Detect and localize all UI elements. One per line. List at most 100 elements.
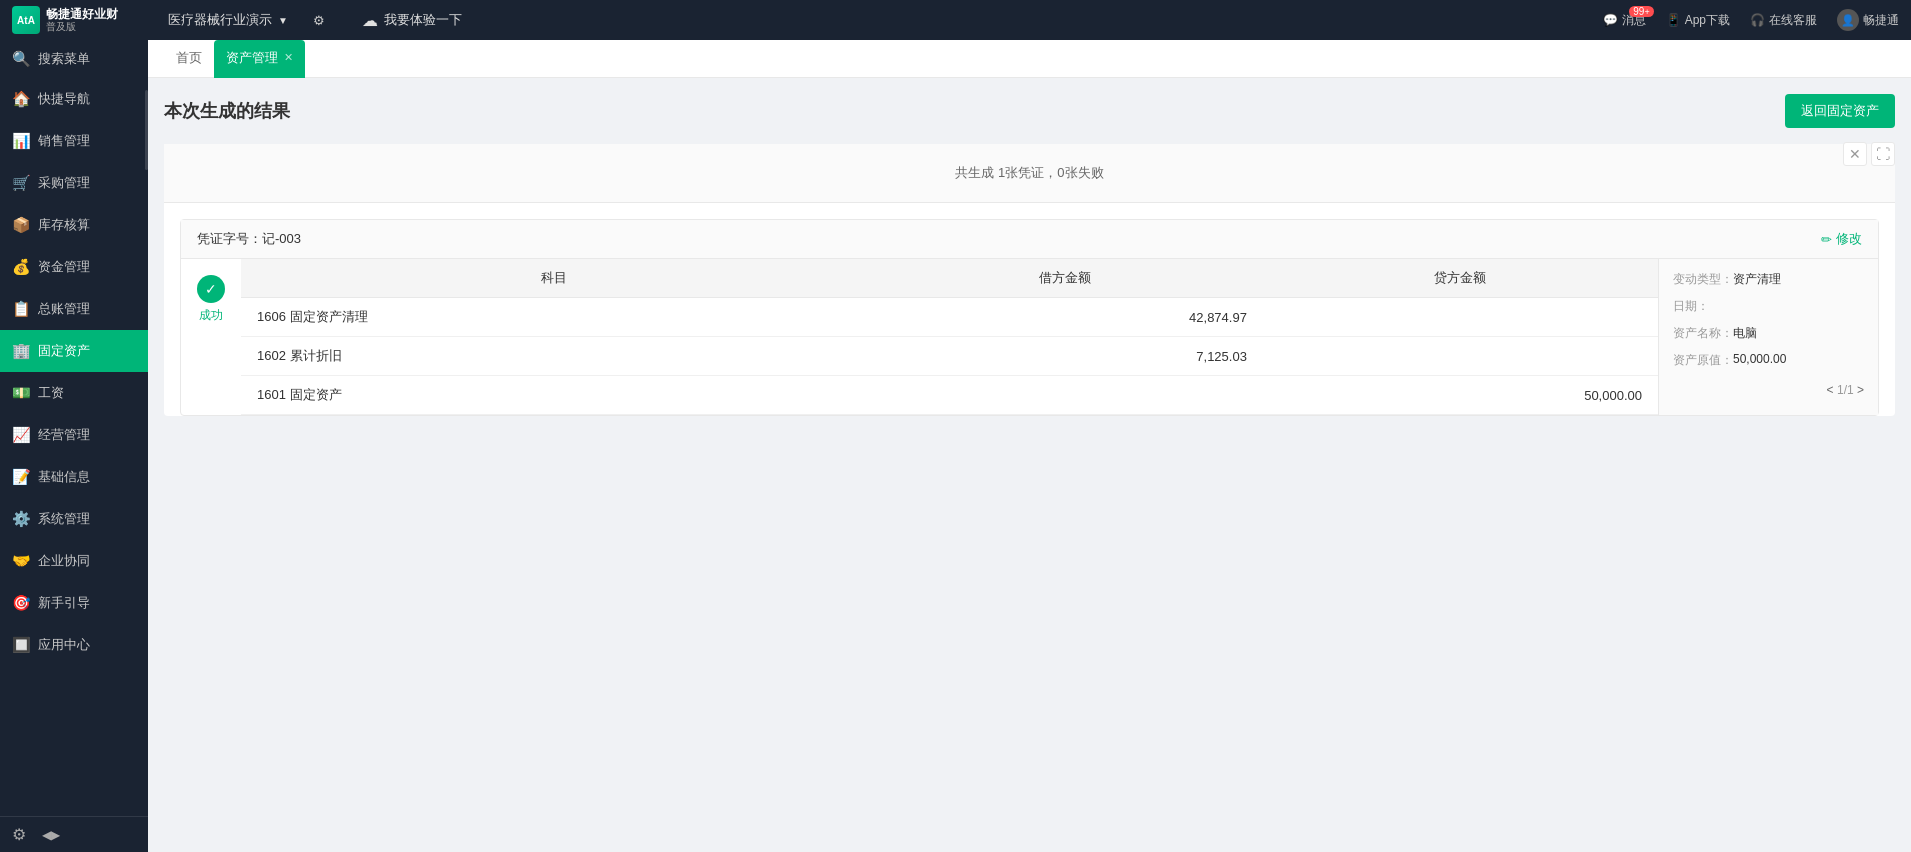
sidebar-system-label: 系统管理 (38, 510, 90, 528)
col-credit: 贷方金额 (1263, 259, 1658, 298)
success-circle: ✓ (197, 275, 225, 303)
col-debit: 借方金额 (868, 259, 1263, 298)
ledger-icon: 📋 (12, 300, 30, 318)
guide-icon: 🎯 (12, 594, 30, 612)
inventory-icon: 📦 (12, 216, 30, 234)
row2-credit (1263, 337, 1658, 376)
tab-close-icon[interactable]: ✕ (284, 51, 293, 64)
next-page-btn[interactable]: > (1857, 383, 1864, 397)
sidebar-item-system[interactable]: ⚙️ 系统管理 (0, 498, 148, 540)
sidebar-item-search[interactable]: 🔍 搜索菜单 (0, 40, 148, 78)
cloud-icon: ☁ (362, 11, 378, 30)
row2-debit: 7,125.03 (868, 337, 1263, 376)
sidebar-item-guide[interactable]: 🎯 新手引导 (0, 582, 148, 624)
asset-name-value: 电脑 (1733, 325, 1757, 342)
gear-icon: ⚙ (313, 13, 325, 28)
online-service-item[interactable]: 🎧 在线客服 (1750, 12, 1817, 29)
sidebar-item-basic-info[interactable]: 📝 基础信息 (0, 456, 148, 498)
change-type-label: 变动类型： (1673, 271, 1733, 288)
main-layout: 🔍 搜索菜单 🏠 快捷导航 📊 销售管理 🛒 采购管理 📦 库存核算 💰 资金管… (0, 40, 1911, 852)
row2-subject[interactable]: 1602 累计折旧 (241, 337, 868, 376)
voucher-side-panel: 变动类型： 资产清理 日期： 资产名称： 电脑 (1658, 259, 1878, 415)
sidebar-item-fund[interactable]: 💰 资金管理 (0, 246, 148, 288)
sidebar-item-purchase[interactable]: 🛒 采购管理 (0, 162, 148, 204)
sidebar-search-label: 搜索菜单 (38, 50, 90, 68)
asset-name-label: 资产名称： (1673, 325, 1733, 342)
prev-page-btn[interactable]: < (1827, 383, 1834, 397)
sidebar-enterprise-label: 企业协同 (38, 552, 90, 570)
fund-icon: 💰 (12, 258, 30, 276)
return-button[interactable]: 返回固定资产 (1785, 94, 1895, 128)
side-asset-value: 资产原值： 50,000.00 (1673, 352, 1864, 369)
message-icon: 💬 (1603, 13, 1618, 27)
sidebar-settings-icon[interactable]: ⚙ (12, 825, 26, 844)
sidebar-item-inventory[interactable]: 📦 库存核算 (0, 204, 148, 246)
side-date: 日期： (1673, 298, 1864, 315)
sidebar-bottom: ⚙ ◀▶ (0, 816, 148, 852)
company-name: 医疗器械行业演示 (168, 11, 272, 29)
headset-icon: 🎧 (1750, 13, 1765, 27)
logo-sub: 普及版 (46, 21, 118, 33)
result-area: 共生成 1张凭证，0张失败 凭证字号：记-003 ✏ 修改 (164, 144, 1895, 416)
row3-subject[interactable]: 1601 固定资产 (241, 376, 868, 415)
sidebar-fund-label: 资金管理 (38, 258, 90, 276)
sidebar-item-app-center[interactable]: 🔲 应用中心 (0, 624, 148, 666)
dropdown-icon: ▼ (278, 15, 288, 26)
purchase-icon: 🛒 (12, 174, 30, 192)
row1-credit (1263, 298, 1658, 337)
app-download-item[interactable]: 📱 App下载 (1666, 12, 1730, 29)
sidebar-item-operations[interactable]: 📈 经营管理 (0, 414, 148, 456)
app-center-icon: 🔲 (12, 636, 30, 654)
logo-icon: AtA (12, 6, 40, 34)
home-icon: 🏠 (12, 90, 30, 108)
voucher-number: 凭证字号：记-003 (197, 230, 301, 248)
message-item[interactable]: 💬 消息 99+ (1603, 12, 1646, 29)
sidebar-operations-label: 经营管理 (38, 426, 90, 444)
table-row: 1602 累计折旧 7,125.03 (241, 337, 1658, 376)
sidebar-fixed-assets-label: 固定资产 (38, 342, 90, 360)
sidebar-toggle-icon[interactable]: ◀▶ (42, 828, 60, 842)
row1-subject[interactable]: 1606 固定资产清理 (241, 298, 868, 337)
settings-icon-btn[interactable]: ⚙ (304, 5, 334, 35)
voucher-header: 凭证字号：记-003 ✏ 修改 (181, 220, 1878, 259)
voucher-table: 科目 借方金额 贷方金额 1606 固定资产清理 42,874. (241, 259, 1658, 415)
company-selector[interactable]: 医疗器械行业演示 ▼ (160, 7, 296, 33)
close-panel-btn[interactable]: ✕ (1843, 142, 1867, 166)
sidebar-item-fixed-assets[interactable]: 🏢 固定资产 (0, 330, 148, 372)
side-pagination: < 1/1 > (1673, 379, 1864, 401)
edit-label: 修改 (1836, 230, 1862, 248)
sidebar-guide-label: 新手引导 (38, 594, 90, 612)
online-service-label: 在线客服 (1769, 12, 1817, 29)
edit-icon: ✏ (1821, 232, 1832, 247)
top-header: AtA 畅捷通好业财 普及版 医疗器械行业演示 ▼ ⚙ ☁ 我要体验一下 💬 消… (0, 0, 1911, 40)
app-download-label: App下载 (1685, 12, 1730, 29)
payroll-icon: 💵 (12, 384, 30, 402)
tab-asset-mgmt[interactable]: 资产管理 ✕ (214, 40, 305, 78)
success-text: 成功 (199, 307, 223, 324)
tab-bar: 首页 资产管理 ✕ (148, 40, 1911, 78)
asset-value-value: 50,000.00 (1733, 352, 1786, 366)
sidebar-item-quick-nav[interactable]: 🏠 快捷导航 (0, 78, 148, 120)
logo-area: AtA 畅捷通好业财 普及版 (12, 6, 160, 34)
sidebar-item-ledger[interactable]: 📋 总账管理 (0, 288, 148, 330)
phone-icon: 📱 (1666, 13, 1681, 27)
edit-button[interactable]: ✏ 修改 (1821, 230, 1862, 248)
tab-home-label: 首页 (176, 49, 202, 67)
sidebar-basic-info-label: 基础信息 (38, 468, 90, 486)
expand-panel-btn[interactable]: ⛶ (1871, 142, 1895, 166)
summary-text: 共生成 1张凭证，0张失败 (955, 165, 1103, 180)
header-right: 💬 消息 99+ 📱 App下载 🎧 在线客服 👤 畅捷通 (1603, 9, 1899, 31)
sidebar-inventory-label: 库存核算 (38, 216, 90, 234)
experience-btn[interactable]: ☁ 我要体验一下 (350, 7, 474, 34)
page-title: 本次生成的结果 (164, 99, 290, 123)
side-asset-name: 资产名称： 电脑 (1673, 325, 1864, 342)
fixed-assets-icon: 🏢 (12, 342, 30, 360)
logo-text: 畅捷通好业财 普及版 (46, 7, 118, 33)
system-icon: ⚙️ (12, 510, 30, 528)
tab-home[interactable]: 首页 (164, 40, 214, 78)
sidebar-item-enterprise[interactable]: 🤝 企业协同 (0, 540, 148, 582)
user-item[interactable]: 👤 畅捷通 (1837, 9, 1899, 31)
sidebar-item-sales[interactable]: 📊 销售管理 (0, 120, 148, 162)
page-content: 本次生成的结果 返回固定资产 共生成 1张凭证，0张失败 凭证字号：记-003 … (148, 78, 1911, 852)
sidebar-item-payroll[interactable]: 💵 工资 (0, 372, 148, 414)
